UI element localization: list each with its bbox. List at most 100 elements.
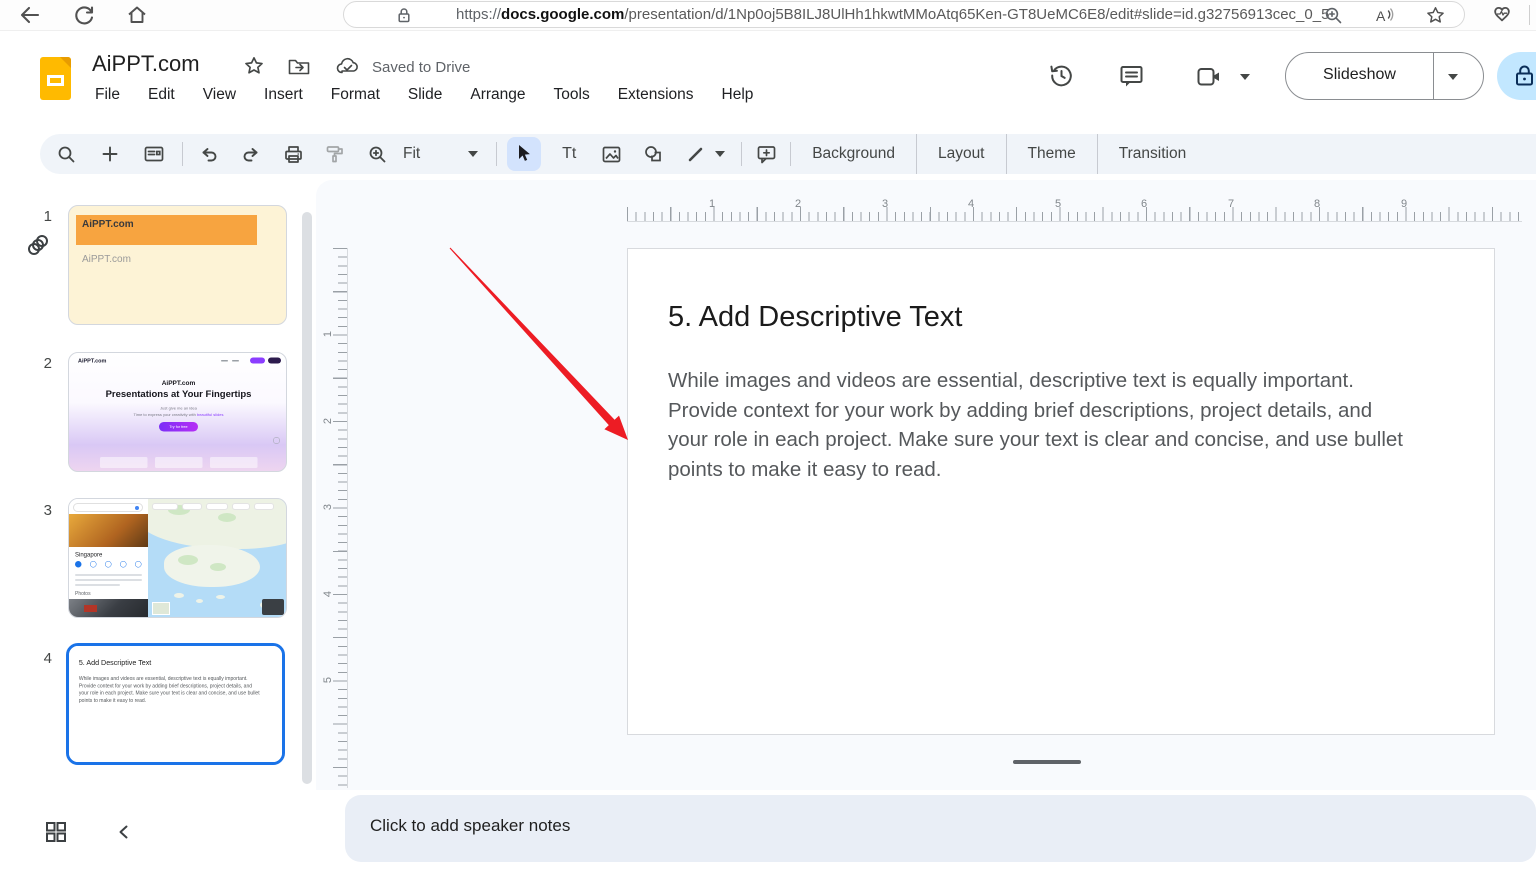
thumb3-text-line: [75, 574, 142, 576]
menu-item[interactable]: Slide: [408, 86, 442, 104]
toolbar-text-button[interactable]: Background: [791, 134, 916, 174]
undo-icon[interactable]: [197, 142, 221, 166]
insert-comment-icon[interactable]: [754, 142, 778, 166]
ruler-number: 1: [709, 198, 716, 210]
slide-thumbnail-2[interactable]: AiPPT.com AiPPT.com Presentations at You…: [68, 352, 287, 472]
toolbar-search-icon[interactable]: [54, 142, 78, 166]
star-document-icon[interactable]: [244, 56, 264, 76]
grid-view-icon[interactable]: [45, 821, 67, 843]
slide-thumbnail-1[interactable]: AiPPT.com AiPPT.com: [68, 205, 287, 325]
insert-line-icon[interactable]: [683, 142, 707, 166]
notes-resize-handle[interactable]: [1013, 760, 1081, 764]
browser-refresh-icon[interactable]: [72, 3, 96, 27]
new-slide-layout-icon[interactable]: [142, 142, 166, 166]
zoom-icon[interactable]: [365, 142, 389, 166]
text-box-tool-icon[interactable]: Tt: [557, 142, 581, 166]
menu-item[interactable]: Format: [331, 86, 380, 104]
read-aloud-icon[interactable]: A: [1374, 6, 1394, 25]
browser-toolbar-divider: [1529, 5, 1530, 25]
slide-editor[interactable]: 5. Add Descriptive Text While images and…: [627, 248, 1495, 735]
thumb3-photos-label: Photos: [75, 591, 91, 597]
line-caret-down-icon[interactable]: [715, 151, 726, 157]
slideshow-caret-down-icon[interactable]: [1448, 74, 1458, 80]
thumb3-search-bar: [73, 503, 143, 512]
thumb2-card: [100, 457, 148, 468]
thumb2-chat-bubble: [273, 437, 280, 444]
menu-item[interactable]: Edit: [148, 86, 175, 104]
comments-icon[interactable]: [1118, 63, 1145, 90]
site-lock-icon[interactable]: [396, 7, 412, 24]
menu-item[interactable]: Tools: [554, 86, 590, 104]
ruler-number: 2: [322, 417, 334, 425]
thumb3-action-button: [75, 561, 82, 568]
page-zoom-icon[interactable]: [1324, 6, 1343, 25]
saved-status[interactable]: Saved to Drive: [372, 59, 470, 76]
menu-item[interactable]: Help: [722, 86, 754, 104]
meet-camera-icon[interactable]: [1196, 66, 1223, 88]
thumb4-body: While images and videos are essential, d…: [79, 675, 260, 704]
menu-item[interactable]: Arrange: [470, 86, 525, 104]
toolbar-text-button[interactable]: Transition: [1096, 134, 1207, 174]
url-text[interactable]: https://docs.google.com/presentation/d/1…: [456, 6, 1329, 23]
url-path: /presentation/d/1Np0oj5B8ILJ8UlHh1hkwtMM…: [624, 6, 1330, 23]
share-button[interactable]: [1497, 52, 1536, 100]
menu-item[interactable]: Insert: [264, 86, 303, 104]
slideshow-button[interactable]: Slideshow: [1285, 52, 1484, 100]
toolbar-separator: [741, 142, 743, 166]
slide-title-text[interactable]: 5. Add Descriptive Text: [668, 301, 962, 334]
browser-essentials-icon[interactable]: [1490, 3, 1514, 27]
thumb2-subtitle-2: Time to express your creativity with bea…: [69, 413, 286, 418]
slide-thumbnail-3[interactable]: Singapore Photos: [68, 498, 287, 618]
toolbar-text-buttons: Background Layout Theme Transition: [791, 134, 1207, 174]
ruler-number: 7: [1228, 198, 1235, 210]
print-icon[interactable]: [281, 142, 305, 166]
speaker-notes-placeholder[interactable]: Click to add speaker notes: [370, 816, 570, 836]
browser-back-icon[interactable]: [18, 3, 42, 27]
thumb3-minimap: [152, 602, 170, 615]
address-bar[interactable]: https://docs.google.com/presentation/d/1…: [343, 1, 1465, 28]
toolbar-text-button[interactable]: Theme: [1005, 134, 1097, 174]
thumb3-islet: [196, 599, 203, 603]
thumb3-place-photo: [69, 514, 148, 547]
slide-thumbnail-4-selected[interactable]: 5. Add Descriptive Text While images and…: [66, 643, 285, 765]
slide-link-icon[interactable]: [26, 233, 50, 257]
paint-format-icon[interactable]: [323, 142, 347, 166]
slide-number: 4: [43, 650, 52, 667]
toolbar-text-button[interactable]: Layout: [915, 134, 1006, 174]
collapse-filmstrip-chevron-icon[interactable]: [116, 824, 132, 840]
thumb4-body-line: points to make it easy to read.: [78, 697, 147, 703]
slides-logo[interactable]: [40, 57, 71, 100]
menu-item[interactable]: File: [95, 86, 120, 104]
browser-home-icon[interactable]: [126, 4, 148, 26]
menu-item[interactable]: Extensions: [618, 86, 694, 104]
slide-canvas-area: 1 2 3 4 5 6 7 8 9 1 2 3 4 5 5. Add Descriptive Text …: [316, 180, 1536, 790]
slide-body-text[interactable]: While images and videos are essential, d…: [668, 366, 1403, 484]
document-title[interactable]: AiPPT.com: [92, 51, 200, 77]
version-history-icon[interactable]: [1048, 62, 1075, 89]
slideshow-divider: [1433, 53, 1434, 99]
speaker-notes-panel[interactable]: Click to add speaker notes: [345, 795, 1536, 862]
thumb3-park: [178, 555, 198, 565]
saved-to-drive-cloud-icon[interactable]: [336, 57, 360, 75]
select-tool-button[interactable]: [507, 137, 542, 171]
redo-icon[interactable]: [239, 142, 263, 166]
menu-item[interactable]: View: [203, 86, 236, 104]
move-to-folder-icon[interactable]: [288, 57, 310, 75]
thumb3-text-line: [75, 584, 120, 586]
thumb2-nav-pill: [268, 357, 281, 364]
ruler-number: 5: [322, 676, 334, 684]
meet-caret-down-icon[interactable]: [1240, 74, 1250, 80]
zoom-select[interactable]: Fit: [403, 145, 420, 163]
google-slides-window: https://docs.google.com/presentation/d/1…: [0, 0, 1536, 883]
insert-image-icon[interactable]: [599, 142, 623, 166]
favorite-star-icon[interactable]: [1426, 6, 1445, 25]
toolbar-separator: [496, 142, 498, 166]
ruler-number: 4: [968, 198, 975, 210]
new-slide-icon[interactable]: [98, 142, 122, 166]
ruler-number: 1: [322, 330, 334, 338]
insert-shape-icon[interactable]: [641, 142, 665, 166]
thumb3-park: [218, 513, 236, 522]
filmstrip-scrollbar[interactable]: [302, 212, 312, 784]
zoom-caret-down-icon[interactable]: [468, 151, 479, 157]
thumb2-card: [155, 457, 203, 468]
